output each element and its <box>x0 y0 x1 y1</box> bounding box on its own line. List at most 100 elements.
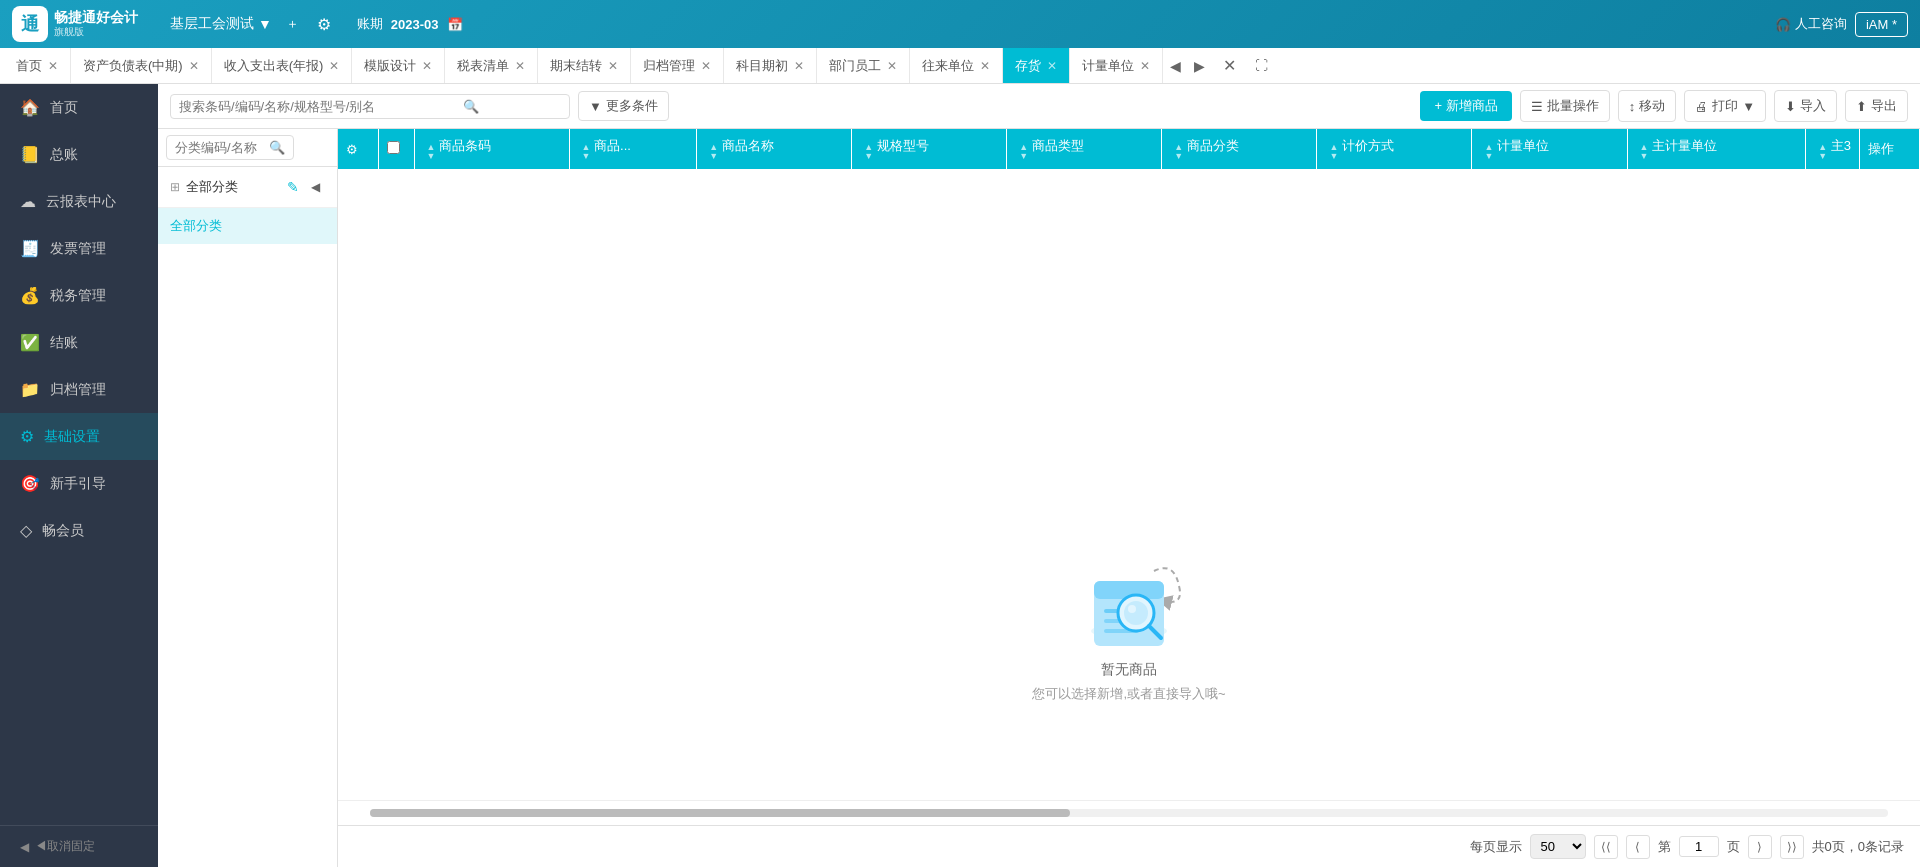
tab-inventory[interactable]: 存货 ✕ <box>1003 48 1070 84</box>
th-barcode[interactable]: ▲▼ 商品条码 <box>414 129 569 169</box>
print-button[interactable]: 🖨 打印 ▼ <box>1684 90 1766 122</box>
sidebar-item-guide[interactable]: 🎯 新手引导 <box>0 460 158 507</box>
tab-template[interactable]: 模版设计 ✕ <box>352 48 445 84</box>
tab-archive[interactable]: 归档管理 ✕ <box>631 48 724 84</box>
company-name[interactable]: 基层工会测试 ▼ <box>170 15 272 33</box>
scrollbar-track <box>370 809 1888 817</box>
th-settings[interactable]: ⚙ <box>338 129 378 169</box>
main-search-input[interactable] <box>179 99 459 114</box>
category-collapse-button[interactable]: ◀ <box>305 177 325 197</box>
tab-close-icon[interactable]: ✕ <box>794 59 804 73</box>
app-sub: 旗舰版 <box>54 25 138 39</box>
batch-operation-button[interactable]: ☰ 批量操作 <box>1520 90 1610 122</box>
tab-close-icon[interactable]: ✕ <box>48 59 58 73</box>
settings-col-icon: ⚙ <box>346 142 358 157</box>
tab-expand-button[interactable]: ⛶ <box>1247 48 1275 84</box>
main-search-box[interactable]: 🔍 <box>170 94 570 119</box>
category-search-box[interactable]: 🔍 <box>166 135 294 160</box>
tab-period-close[interactable]: 期末结转 ✕ <box>538 48 631 84</box>
sidebar-item-close[interactable]: ✅ 结账 <box>0 319 158 366</box>
tab-close-icon[interactable]: ✕ <box>608 59 618 73</box>
page-number-input[interactable] <box>1679 836 1719 857</box>
sidebar-item-tax[interactable]: 💰 税务管理 <box>0 272 158 319</box>
page-first-button[interactable]: ⟨⟨ <box>1594 835 1618 859</box>
sidebar-label: 总账 <box>50 146 78 164</box>
tab-close-icon[interactable]: ✕ <box>1047 59 1057 73</box>
app-title: 畅捷通好会计 <box>54 9 138 26</box>
plus-icon[interactable]: ＋ <box>286 15 299 33</box>
unpin-button[interactable]: ◀ ◀取消固定 <box>0 825 158 867</box>
search-icon[interactable]: 🔍 <box>463 99 479 114</box>
category-search-icon[interactable]: 🔍 <box>269 140 285 155</box>
select-all-checkbox[interactable] <box>387 141 400 154</box>
content-area: 🔍 ▼ 更多条件 + 新增商品 ☰ 批量操作 ↕ 移动 🖨 打印 ▼ ⬇ <box>158 84 1920 867</box>
th-spec[interactable]: ▲▼ 规格型号 <box>852 129 1007 169</box>
th-name[interactable]: ▲▼ 商品名称 <box>697 129 852 169</box>
export-icon: ⬆ <box>1856 99 1867 114</box>
sort-arrows: ▲▼ <box>864 143 873 161</box>
tab-subject-init[interactable]: 科目期初 ✕ <box>724 48 817 84</box>
tab-close-all-button[interactable]: ✕ <box>1215 48 1243 84</box>
category-item-all[interactable]: 全部分类 <box>158 208 337 244</box>
export-button[interactable]: ⬆ 导出 <box>1845 90 1908 122</box>
tab-income-stmt[interactable]: 收入支出表(年报) ✕ <box>212 48 353 84</box>
tab-close-icon[interactable]: ✕ <box>887 59 897 73</box>
tab-prev-button[interactable]: ◀ <box>1163 48 1187 84</box>
account-button[interactable]: iAM * <box>1855 12 1908 37</box>
gear-icon[interactable]: ⚙ <box>317 15 331 34</box>
category-edit-icon[interactable]: ✎ <box>287 179 299 195</box>
import-button[interactable]: ⬇ 导入 <box>1774 90 1837 122</box>
th-code[interactable]: ▲▼ 商品... <box>569 129 697 169</box>
add-product-button[interactable]: + 新增商品 <box>1420 91 1511 121</box>
sidebar-item-settings[interactable]: ⚙ 基础设置 <box>0 413 158 460</box>
sidebar-item-invoice[interactable]: 🧾 发票管理 <box>0 225 158 272</box>
sidebar-label: 新手引导 <box>50 475 106 493</box>
th-main-unit[interactable]: ▲▼ 主计量单位 <box>1627 129 1806 169</box>
th-type[interactable]: ▲▼ 商品类型 <box>1007 129 1162 169</box>
page-last-button[interactable]: ⟩⟩ <box>1780 835 1804 859</box>
th-col3[interactable]: ▲▼ 主3 <box>1806 129 1860 169</box>
scrollbar-thumb[interactable] <box>370 809 1070 817</box>
more-filter-button[interactable]: ▼ 更多条件 <box>578 91 669 121</box>
cloud-icon: ☁ <box>20 192 36 211</box>
tab-balance-sheet[interactable]: 资产负债表(中期) ✕ <box>71 48 212 84</box>
sort-arrows: ▲▼ <box>1329 143 1338 161</box>
category-search-input[interactable] <box>175 140 265 155</box>
table-scroll[interactable]: ⚙ ▲▼ 商品条码 <box>338 129 1920 445</box>
sidebar-item-member[interactable]: ◇ 畅会员 <box>0 507 158 554</box>
page-next-button[interactable]: ⟩ <box>1748 835 1772 859</box>
sidebar-label: 畅会员 <box>42 522 84 540</box>
tab-close-icon[interactable]: ✕ <box>980 59 990 73</box>
main-table-wrapper: ⚙ ▲▼ 商品条码 <box>338 129 1920 867</box>
batch-icon: ☰ <box>1531 99 1543 114</box>
th-checkbox[interactable] <box>378 129 414 169</box>
tab-close-icon[interactable]: ✕ <box>701 59 711 73</box>
tab-close-icon[interactable]: ✕ <box>329 59 339 73</box>
page-prev-button[interactable]: ⟨ <box>1626 835 1650 859</box>
tab-unit[interactable]: 计量单位 ✕ <box>1070 48 1163 84</box>
calendar-icon[interactable]: 📅 <box>447 17 463 32</box>
tab-close-icon[interactable]: ✕ <box>1140 59 1150 73</box>
tab-contacts[interactable]: 往来单位 ✕ <box>910 48 1003 84</box>
sidebar-item-home[interactable]: 🏠 首页 <box>0 84 158 131</box>
th-category[interactable]: ▲▼ 商品分类 <box>1162 129 1317 169</box>
tab-next-button[interactable]: ▶ <box>1187 48 1211 84</box>
tab-home[interactable]: 首页 ✕ <box>4 48 71 84</box>
horizontal-scrollbar[interactable] <box>338 800 1920 825</box>
tab-label: 归档管理 <box>643 57 695 75</box>
sidebar-item-reports[interactable]: ☁ 云报表中心 <box>0 178 158 225</box>
move-button[interactable]: ↕ 移动 <box>1618 90 1677 122</box>
consult-button[interactable]: 🎧 人工咨询 <box>1775 15 1847 33</box>
tab-tax[interactable]: 税表清单 ✕ <box>445 48 538 84</box>
page-size-label: 每页显示 <box>1470 838 1522 856</box>
tab-close-icon[interactable]: ✕ <box>189 59 199 73</box>
sidebar-item-ledger[interactable]: 📒 总账 <box>0 131 158 178</box>
tab-close-icon[interactable]: ✕ <box>422 59 432 73</box>
th-unit[interactable]: ▲▼ 计量单位 <box>1472 129 1627 169</box>
page-size-select[interactable]: 20 50 100 <box>1530 834 1586 859</box>
tab-dept-staff[interactable]: 部门员工 ✕ <box>817 48 910 84</box>
tab-close-icon[interactable]: ✕ <box>515 59 525 73</box>
th-price-method[interactable]: ▲▼ 计价方式 <box>1317 129 1472 169</box>
empty-text: 暂无商品 <box>1101 661 1157 679</box>
sidebar-item-archive[interactable]: 📁 归档管理 <box>0 366 158 413</box>
